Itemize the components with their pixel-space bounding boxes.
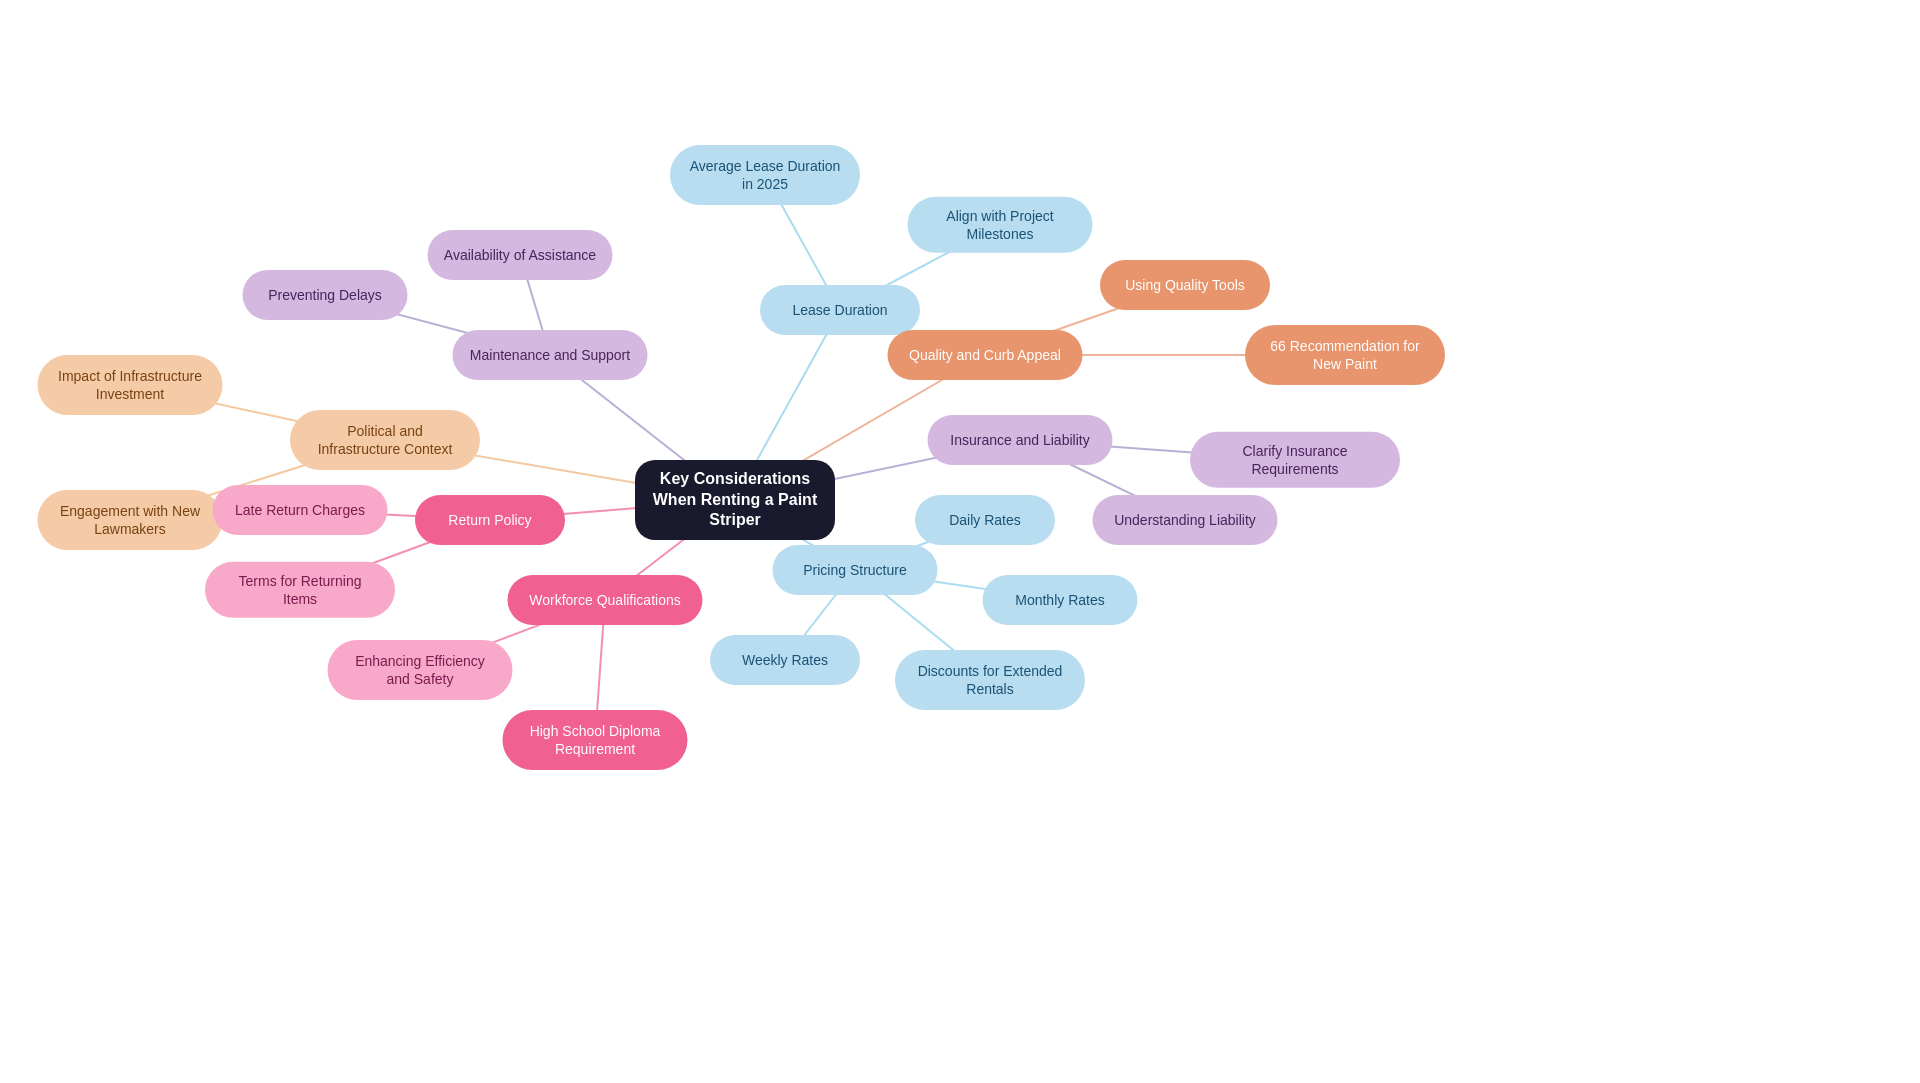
node-weekly-rates[interactable]: Weekly Rates: [710, 635, 860, 685]
node-enhancing-efficiency[interactable]: Enhancing Efficiency and Safety: [328, 640, 513, 700]
node-pricing-structure[interactable]: Pricing Structure: [773, 545, 938, 595]
node-political-infra[interactable]: Political and Infrastructure Context: [290, 410, 480, 470]
node-using-quality-tools[interactable]: Using Quality Tools: [1100, 260, 1270, 310]
node-impact-infra[interactable]: Impact of Infrastructure Investment: [38, 355, 223, 415]
node-monthly-rates[interactable]: Monthly Rates: [983, 575, 1138, 625]
node-daily-rates[interactable]: Daily Rates: [915, 495, 1055, 545]
node-late-return[interactable]: Late Return Charges: [213, 485, 388, 535]
node-lease-duration[interactable]: Lease Duration: [760, 285, 920, 335]
node-terms-returning[interactable]: Terms for Returning Items: [205, 562, 395, 618]
node-insurance-liability[interactable]: Insurance and Liability: [928, 415, 1113, 465]
center-node[interactable]: Key Considerations When Renting a Paint …: [635, 460, 835, 540]
node-clarify-insurance[interactable]: Clarify Insurance Requirements: [1190, 432, 1400, 488]
node-preventing-delays[interactable]: Preventing Delays: [243, 270, 408, 320]
node-workforce-qual[interactable]: Workforce Qualifications: [508, 575, 703, 625]
node-quality-curb[interactable]: Quality and Curb Appeal: [888, 330, 1083, 380]
node-understanding-liability[interactable]: Understanding Liability: [1093, 495, 1278, 545]
node-high-school[interactable]: High School Diploma Requirement: [503, 710, 688, 770]
mindmap-container: Key Considerations When Renting a Paint …: [0, 0, 1920, 1083]
node-maintenance[interactable]: Maintenance and Support: [453, 330, 648, 380]
node-return-policy[interactable]: Return Policy: [415, 495, 565, 545]
node-align-project[interactable]: Align with Project Milestones: [908, 197, 1093, 253]
node-engagement-lawmakers[interactable]: Engagement with New Lawmakers: [38, 490, 223, 550]
node-discounts-rentals[interactable]: Discounts for Extended Rentals: [895, 650, 1085, 710]
node-recommendation-paint[interactable]: 66 Recommendation for New Paint: [1245, 325, 1445, 385]
node-availability[interactable]: Availability of Assistance: [428, 230, 613, 280]
node-avg-lease[interactable]: Average Lease Duration in 2025: [670, 145, 860, 205]
